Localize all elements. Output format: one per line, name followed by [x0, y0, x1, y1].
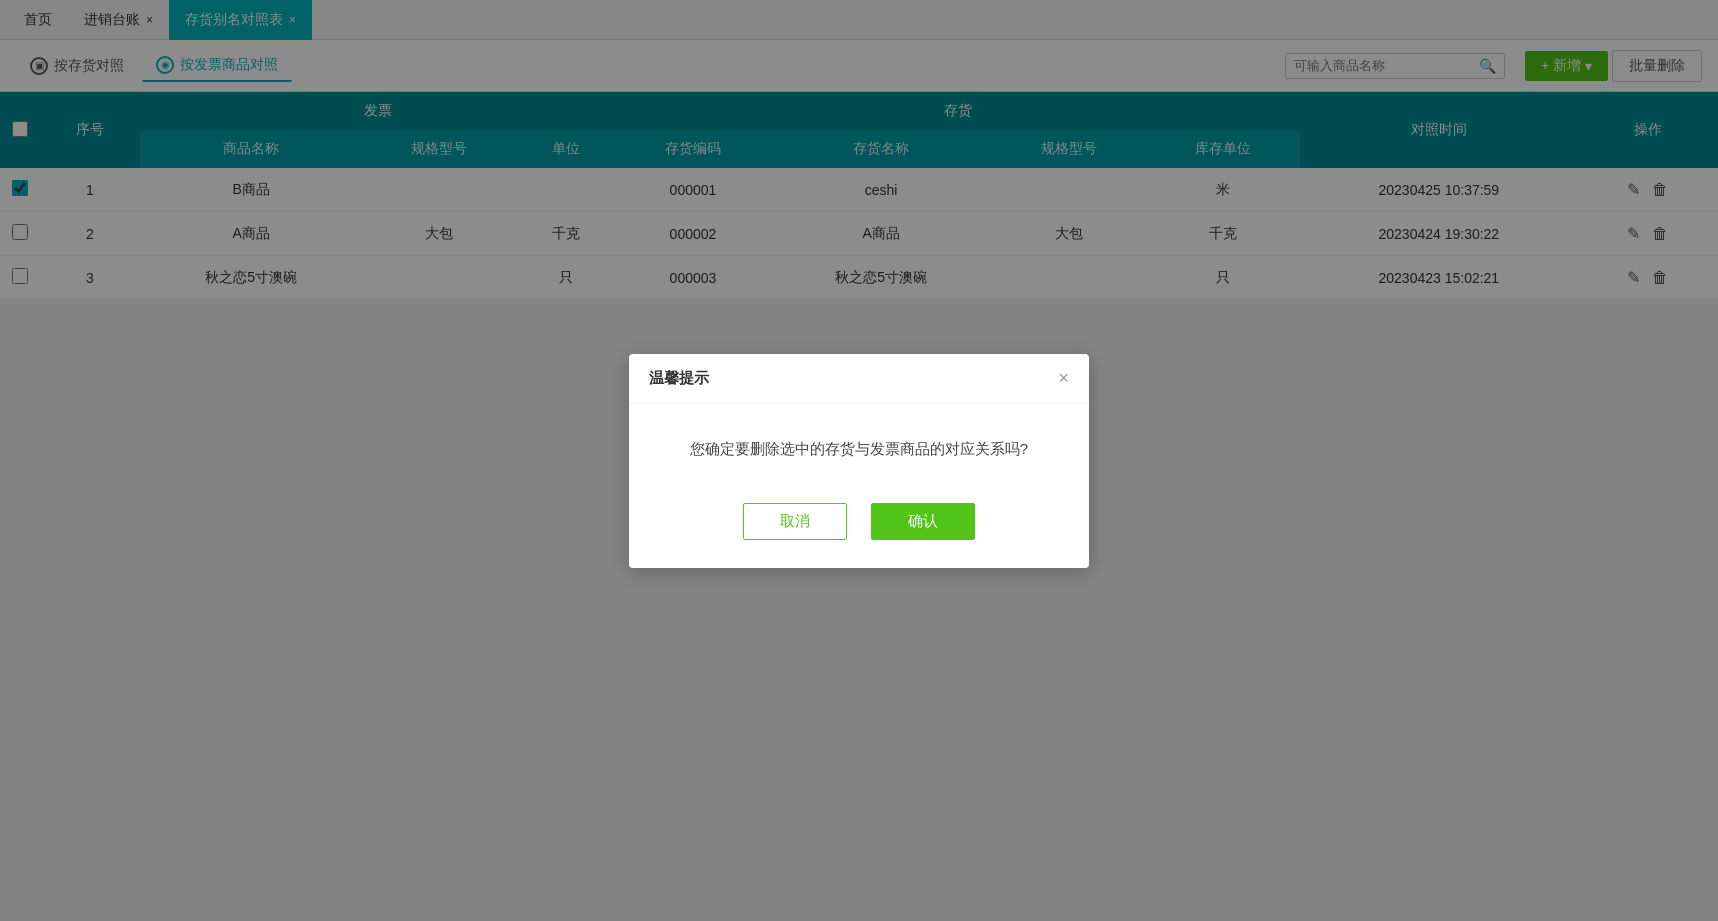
confirm-overlay: 温馨提示 × 您确定要删除选中的存货与发票商品的对应关系吗? 取消 确认 [0, 0, 1718, 300]
